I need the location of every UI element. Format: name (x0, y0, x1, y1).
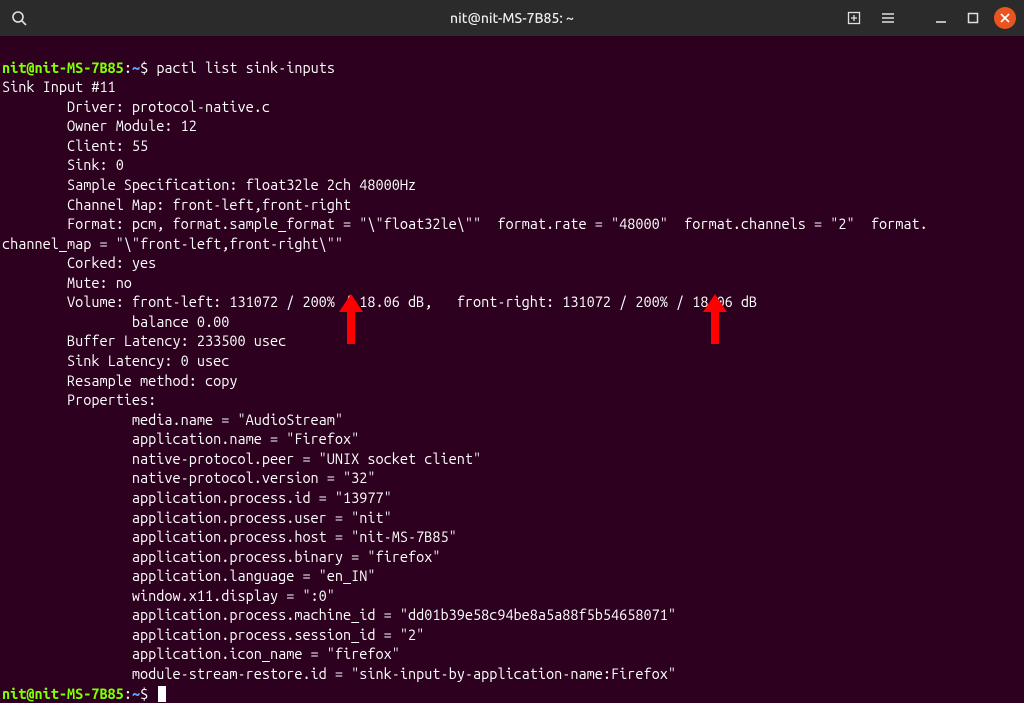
minimize-button[interactable] (930, 7, 952, 29)
out-buffer-latency: Buffer Latency: 233500 usec (67, 332, 286, 349)
new-tab-icon[interactable] (842, 6, 866, 30)
terminal-content[interactable]: nit@nit-MS-7B85:~$ pactl list sink-input… (0, 36, 1024, 703)
prop-module-stream: module-stream-restore.id = "sink-input-b… (132, 665, 676, 682)
close-button[interactable] (994, 7, 1016, 29)
prop-app-user: application.process.user = "nit" (132, 509, 392, 526)
prop-native-version: native-protocol.version = "32" (132, 469, 376, 486)
out-client: Client: 55 (67, 137, 148, 154)
prop-machine-id: application.process.machine_id = "dd01b3… (132, 606, 676, 623)
window-title: nit@nit-MS-7B85: ~ (450, 9, 574, 28)
command-text: pactl list sink-inputs (156, 59, 335, 76)
prompt-user-host: nit@nit-MS-7B85 (2, 59, 124, 76)
terminal-cursor (158, 686, 166, 702)
out-volume: Volume: front-left: 131072 / 200% / 18.0… (67, 293, 757, 310)
out-mute: Mute: no (67, 274, 132, 291)
out-sink-latency: Sink Latency: 0 usec (67, 352, 229, 369)
out-channel-map: Channel Map: front-left,front-right (67, 196, 351, 213)
maximize-button[interactable] (962, 7, 984, 29)
out-sink: Sink: 0 (67, 156, 124, 173)
prop-app-name: application.name = "Firefox" (132, 430, 359, 447)
prompt2-user-host: nit@nit-MS-7B85 (2, 685, 124, 702)
hamburger-menu-icon[interactable] (876, 6, 900, 30)
search-icon[interactable] (8, 7, 30, 29)
prompt-path: ~ (132, 59, 140, 76)
prompt-colon: : (124, 59, 132, 76)
out-resample: Resample method: copy (67, 372, 238, 389)
out-format-b: channel_map = "\"front-left,front-right\… (2, 235, 343, 252)
out-balance: balance 0.00 (132, 313, 229, 330)
out-driver: Driver: protocol-native.c (67, 98, 270, 115)
prop-app-binary: application.process.binary = "firefox" (132, 548, 441, 565)
prop-x11-display: window.x11.display = ":0" (132, 587, 335, 604)
window-titlebar: nit@nit-MS-7B85: ~ (0, 0, 1024, 36)
prop-media-name: media.name = "AudioStream" (132, 411, 343, 428)
out-owner-module: Owner Module: 12 (67, 117, 197, 134)
prompt2-path: ~ (132, 685, 140, 702)
prompt2-colon: : (124, 685, 132, 702)
prop-app-lang: application.language = "en_IN" (132, 567, 376, 584)
prop-app-host: application.process.host = "nit-MS-7B85" (132, 528, 457, 545)
prop-icon-name: application.icon_name = "firefox" (132, 645, 400, 662)
out-corked: Corked: yes (67, 254, 156, 271)
prompt2-dollar: $ (140, 685, 148, 702)
output-header: Sink Input #11 (2, 78, 116, 95)
prop-app-pid: application.process.id = "13977" (132, 489, 392, 506)
prop-session-id: application.process.session_id = "2" (132, 626, 424, 643)
window-controls (842, 6, 1016, 30)
prop-native-peer: native-protocol.peer = "UNIX socket clie… (132, 450, 481, 467)
prompt-dollar: $ (140, 59, 148, 76)
out-format-a: Format: pcm, format.sample_format = "\"f… (67, 215, 928, 232)
out-sample-spec: Sample Specification: float32le 2ch 4800… (67, 176, 416, 193)
out-properties-label: Properties: (67, 391, 156, 408)
